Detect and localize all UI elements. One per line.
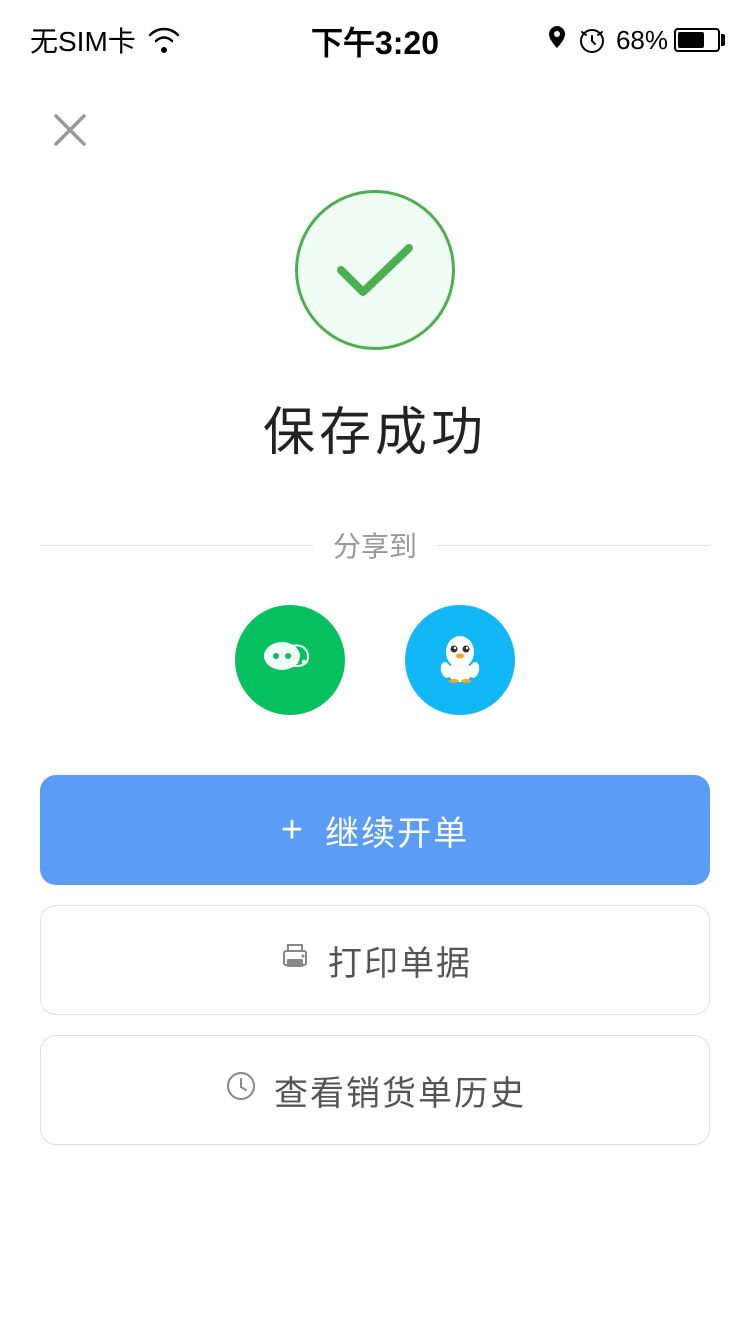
print-icon [278, 939, 312, 982]
main-content: 保存成功 分享到 [0, 80, 750, 1205]
share-label: 分享到 [313, 525, 437, 565]
battery-block: 68% [616, 25, 720, 56]
history-label: 查看销货单历史 [274, 1066, 526, 1115]
history-icon [224, 1069, 258, 1112]
share-section: 分享到 [40, 525, 710, 715]
battery-text: 68% [616, 25, 668, 56]
history-button[interactable]: 查看销货单历史 [40, 1035, 710, 1145]
status-left: 无SIM卡 [30, 20, 182, 60]
continue-label: 继续开单 [325, 806, 469, 855]
success-section: 保存成功 [40, 190, 710, 465]
alarm-icon [578, 26, 606, 54]
close-icon [52, 112, 88, 148]
location-icon [546, 26, 568, 54]
carrier-text: 无SIM卡 [30, 20, 136, 60]
battery-fill [678, 32, 704, 48]
close-button[interactable] [40, 100, 100, 160]
share-icons [40, 605, 710, 715]
status-right: 68% [546, 25, 720, 56]
status-time: 下午3:20 [311, 18, 439, 64]
print-label: 打印单据 [328, 936, 472, 985]
wifi-icon [146, 27, 182, 53]
continue-button[interactable]: + 继续开单 [40, 775, 710, 885]
action-buttons: + 继续开单 打印单据 查看销货单历史 [40, 775, 710, 1145]
qq-share-button[interactable] [405, 605, 515, 715]
checkmark-icon [335, 240, 415, 300]
plus-icon: + [281, 811, 305, 849]
print-button[interactable]: 打印单据 [40, 905, 710, 1015]
qq-icon [428, 628, 492, 692]
wechat-share-button[interactable] [235, 605, 345, 715]
wechat-icon [258, 628, 322, 692]
share-divider: 分享到 [40, 525, 710, 565]
success-circle [295, 190, 455, 350]
status-bar: 无SIM卡 下午3:20 68% [0, 0, 750, 80]
success-title: 保存成功 [263, 390, 487, 465]
battery-bar [674, 28, 720, 52]
